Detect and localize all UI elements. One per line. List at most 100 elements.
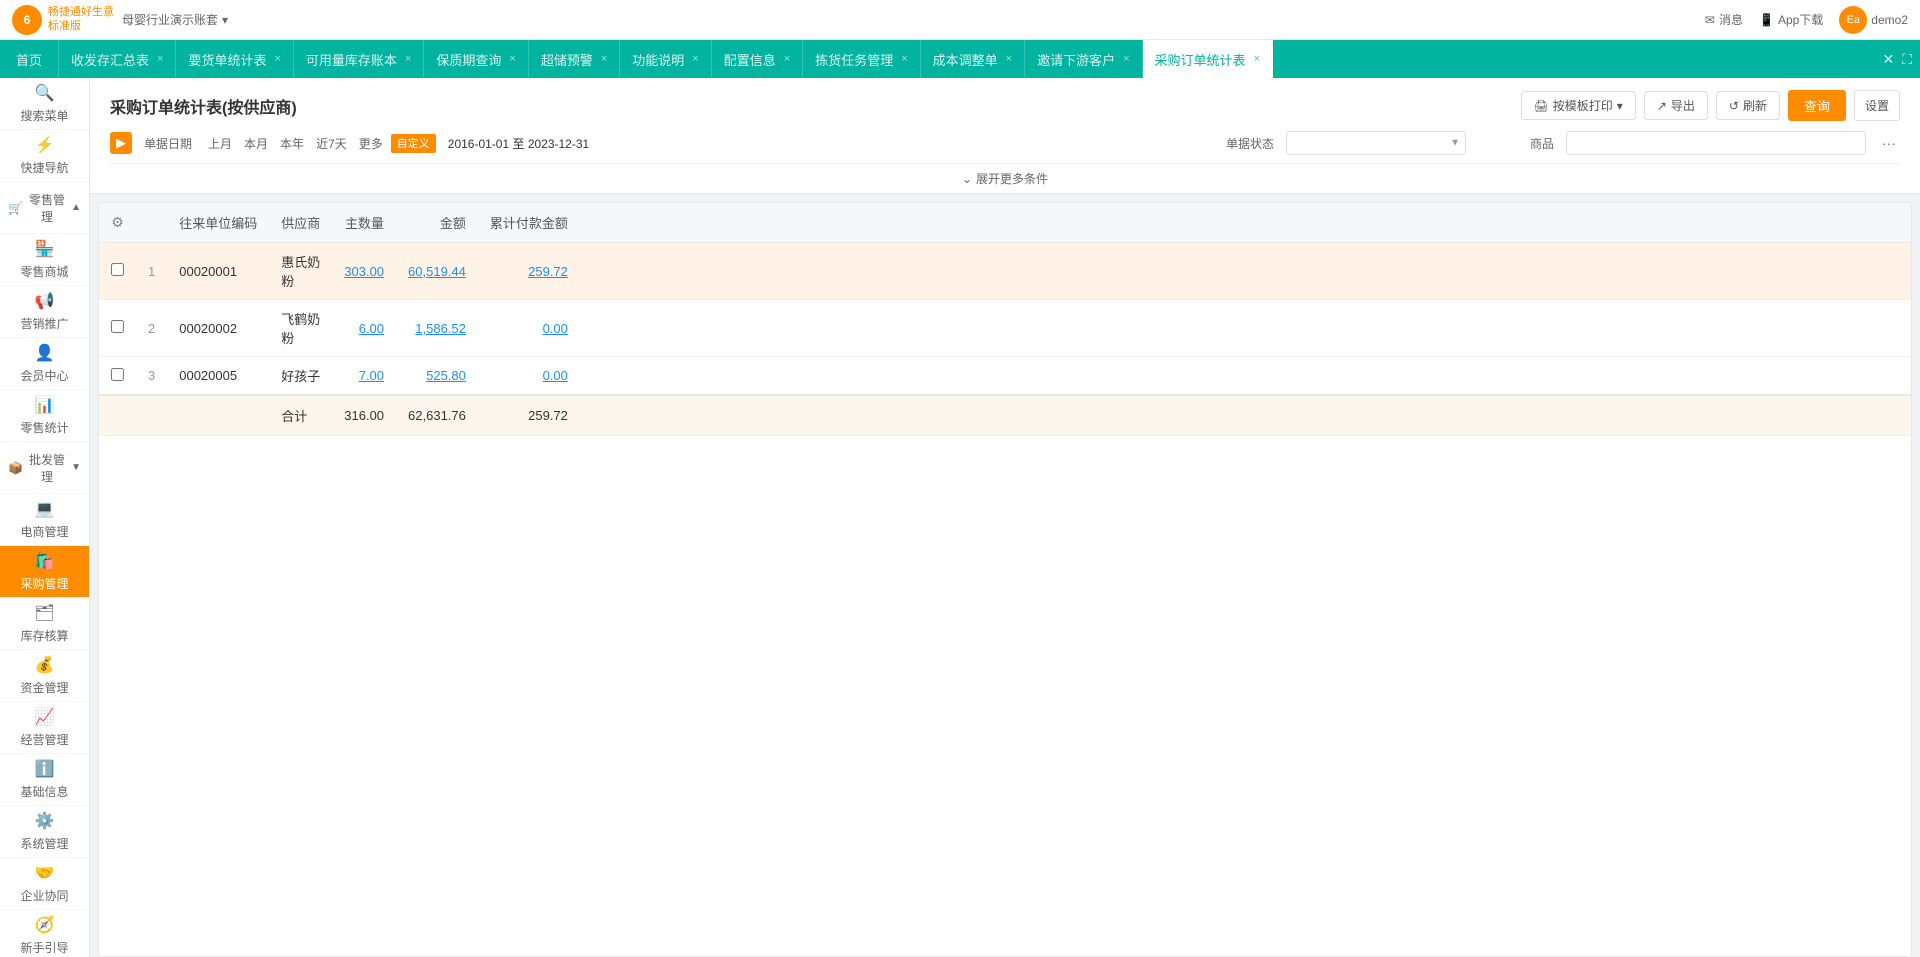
row-paid[interactable]: 0.00 xyxy=(478,357,580,396)
sidebar-item-system[interactable]: ⚙️ 系统管理 xyxy=(0,806,89,858)
sidebar-item-ecom[interactable]: 💻 电商管理 xyxy=(0,494,89,546)
logo-icon: 6 xyxy=(12,5,42,35)
sidebar-item-quick-nav[interactable]: ⚡ 快捷导航 xyxy=(0,130,89,182)
status-select[interactable] xyxy=(1286,131,1466,155)
goods-more-button[interactable]: ··· xyxy=(1878,133,1900,153)
page-title-row: 采购订单统计表(按供应商) 🖨 按模板打印 ▾ ↗ 导出 ↺ 刷新 xyxy=(110,90,1900,121)
tab-close-expiry-query[interactable]: × xyxy=(509,53,515,65)
date-filter-label: 单据日期 xyxy=(144,135,192,152)
row-checkbox[interactable] xyxy=(99,300,136,357)
system-icon: ⚙️ xyxy=(35,811,55,831)
logo-area: 6 畅捷通好生意 标准版 xyxy=(12,5,114,35)
row-supplier-code: 00020001 xyxy=(167,243,269,300)
tab-close-invite-down[interactable]: × xyxy=(1123,53,1129,65)
status-select-wrapper xyxy=(1286,131,1466,155)
print-button[interactable]: 🖨 按模板打印 ▾ xyxy=(1521,91,1636,120)
sidebar: 🔍 搜索菜单 ⚡ 快捷导航 🛒 零售管理 ▲ 🏪 零售商城 📢 营销推广 👤 会… xyxy=(0,78,90,957)
tab-close-collect-pay[interactable]: × xyxy=(157,53,163,65)
close-all-tabs-button[interactable]: ✕ xyxy=(1882,51,1894,68)
footer-amount: 62,631.76 xyxy=(396,395,478,436)
row-seq: 3 xyxy=(136,357,167,396)
tab-home[interactable]: 首页 xyxy=(0,40,59,78)
sidebar-item-stock[interactable]: 🗂 库存核算 xyxy=(0,598,89,650)
table-row: 3 00020005 好孩子 7.00 525.80 0.00 xyxy=(99,357,1911,396)
tab-avail-stock[interactable]: 可用量库存账本 × xyxy=(294,40,424,78)
scroll-area[interactable]: ⚙ 往来单位编码 供应商 主数量 金额 累计付款金额 xyxy=(99,203,1911,956)
tab-close-goods-stat[interactable]: × xyxy=(274,53,280,65)
filter-collapse-button[interactable]: ▶ xyxy=(110,132,132,154)
print-icon: 🖨 xyxy=(1534,99,1549,113)
tab-cost-adj[interactable]: 成本调整单 × xyxy=(921,40,1025,78)
expand-more-button[interactable]: ⌄ 展开更多条件 xyxy=(110,163,1900,193)
tab-close-pick-task[interactable]: × xyxy=(901,53,907,65)
print-dropdown-icon: ▾ xyxy=(1617,99,1623,113)
sidebar-item-mkt-promo[interactable]: 📢 营销推广 xyxy=(0,286,89,338)
tab-invite-down[interactable]: 邀请下游客户 × xyxy=(1025,40,1142,78)
message-button[interactable]: ✉ 消息 xyxy=(1705,11,1743,28)
col-supplier-code: 往来单位编码 xyxy=(167,203,269,243)
tab-func-desc[interactable]: 功能说明 × xyxy=(620,40,711,78)
date-btn-this-month[interactable]: 本月 xyxy=(240,134,272,153)
row-checkbox[interactable] xyxy=(99,357,136,396)
table-footer: 合计 316.00 62,631.76 259.72 xyxy=(99,395,1911,436)
tab-close-overstock[interactable]: × xyxy=(601,53,607,65)
row-supplier: 惠氏奶粉 xyxy=(269,243,332,300)
settings-button[interactable]: 设置 xyxy=(1854,90,1900,121)
date-btn-7days[interactable]: 近7天 xyxy=(312,134,351,153)
date-btn-this-year[interactable]: 本年 xyxy=(276,134,308,153)
row-seq: 1 xyxy=(136,243,167,300)
row-qty[interactable]: 7.00 xyxy=(332,357,396,396)
row-paid[interactable]: 0.00 xyxy=(478,300,580,357)
sidebar-item-retail-mgmt[interactable]: 🛒 零售管理 ▲ xyxy=(0,182,89,234)
column-settings-icon[interactable]: ⚙ xyxy=(111,214,124,230)
tab-close-func-desc[interactable]: × xyxy=(692,53,698,65)
sidebar-item-wholesale[interactable]: 📦 批发管理 ▼ xyxy=(0,442,89,494)
row-checkbox[interactable] xyxy=(99,243,136,300)
tab-goods-stat[interactable]: 要货单统计表 × xyxy=(176,40,293,78)
row-paid[interactable]: 259.72 xyxy=(478,243,580,300)
sidebar-item-purchase[interactable]: 🛍️ 采购管理 xyxy=(0,546,89,598)
sidebar-item-basic[interactable]: ℹ️ 基础信息 xyxy=(0,754,89,806)
user-menu[interactable]: Ea demo2 xyxy=(1839,6,1908,34)
sidebar-item-collab[interactable]: 🤝 企业协同 xyxy=(0,858,89,910)
refresh-button[interactable]: ↺ 刷新 xyxy=(1716,91,1780,120)
tab-close-config[interactable]: × xyxy=(784,53,790,65)
sidebar-item-finance[interactable]: 💰 资金管理 xyxy=(0,650,89,702)
tab-collect-pay[interactable]: 收发存汇总表 × xyxy=(59,40,176,78)
purchase-icon: 🛍️ xyxy=(35,551,55,571)
member-icon: 👤 xyxy=(35,343,55,363)
date-custom-tag[interactable]: 自定义 xyxy=(391,134,436,153)
sidebar-item-ops[interactable]: 📈 经营管理 xyxy=(0,702,89,754)
sidebar-item-retail-mall[interactable]: 🏪 零售商城 xyxy=(0,234,89,286)
sidebar-item-retail-stat[interactable]: 📊 零售统计 xyxy=(0,390,89,442)
tab-purchase-stat[interactable]: 采购订单统计表 × xyxy=(1143,40,1273,78)
tab-pick-task[interactable]: 拣货任务管理 × xyxy=(803,40,920,78)
fullscreen-button[interactable]: ⛶ xyxy=(1902,51,1912,68)
date-btn-more[interactable]: 更多 xyxy=(355,134,387,153)
date-btn-last-month[interactable]: 上月 xyxy=(204,134,236,153)
tab-expiry-query[interactable]: 保质期查询 × xyxy=(424,40,528,78)
tab-close-avail-stock[interactable]: × xyxy=(405,53,411,65)
export-button[interactable]: ↗ 导出 xyxy=(1644,91,1708,120)
row-qty[interactable]: 6.00 xyxy=(332,300,396,357)
footer-paid: 259.72 xyxy=(478,395,580,436)
row-amount[interactable]: 60,519.44 xyxy=(396,243,478,300)
ecom-icon: 💻 xyxy=(35,499,55,519)
sidebar-item-newbie[interactable]: 🧭 新手引导 xyxy=(0,910,89,957)
sidebar-item-search[interactable]: 🔍 搜索菜单 xyxy=(0,78,89,130)
stock-icon: 🗂 xyxy=(34,603,54,623)
tab-overstock[interactable]: 超储预警 × xyxy=(529,40,620,78)
workspace-selector[interactable]: 母婴行业演示账套 ▾ xyxy=(122,11,228,28)
footer-qty: 316.00 xyxy=(332,395,396,436)
query-button[interactable]: 查询 xyxy=(1788,90,1846,121)
tab-close-purchase-stat[interactable]: × xyxy=(1254,53,1260,65)
row-amount[interactable]: 1,586.52 xyxy=(396,300,478,357)
row-amount[interactable]: 525.80 xyxy=(396,357,478,396)
tab-close-cost-adj[interactable]: × xyxy=(1006,53,1012,65)
app-download-button[interactable]: 📱 App下载 xyxy=(1759,11,1823,28)
goods-input[interactable] xyxy=(1566,131,1866,155)
sidebar-item-member[interactable]: 👤 会员中心 xyxy=(0,338,89,390)
nav-tabs-end: ✕ ⛶ xyxy=(1874,40,1920,78)
row-qty[interactable]: 303.00 xyxy=(332,243,396,300)
tab-config[interactable]: 配置信息 × xyxy=(712,40,803,78)
